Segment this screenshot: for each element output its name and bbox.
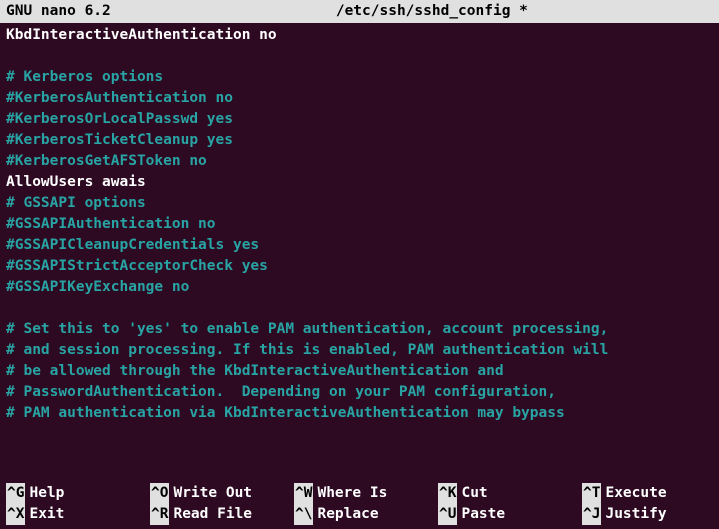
editor-line[interactable]: #GSSAPIKeyExchange no xyxy=(6,277,713,298)
shortcut-row-2: ^XExit^RRead File^\Replace^UPaste^JJusti… xyxy=(6,504,713,525)
shortcut-item[interactable]: ^TExecute xyxy=(582,483,719,504)
editor-blank-line xyxy=(6,46,713,67)
shortcut-desc: Replace xyxy=(317,504,378,525)
editor-line[interactable]: #GSSAPIStrictAcceptorCheck yes xyxy=(6,256,713,277)
editor-line[interactable]: # GSSAPI options xyxy=(6,193,713,214)
shortcut-desc: Justify xyxy=(605,504,666,525)
shortcut-item[interactable]: ^OWrite Out xyxy=(150,483,294,504)
editor-line[interactable]: # PasswordAuthentication. Depending on y… xyxy=(6,382,713,403)
editor-line[interactable]: # be allowed through the KbdInteractiveA… xyxy=(6,361,713,382)
app-name: GNU nano 6.2 xyxy=(6,1,111,22)
shortcut-key: ^J xyxy=(582,504,601,525)
shortcut-key: ^\ xyxy=(294,504,313,525)
shortcut-desc: Cut xyxy=(461,483,487,504)
editor-line[interactable]: #KerberosAuthentication no xyxy=(6,88,713,109)
shortcut-item[interactable]: ^GHelp xyxy=(6,483,150,504)
editor-line[interactable]: #KerberosGetAFSToken no xyxy=(6,151,713,172)
shortcut-key: ^X xyxy=(6,504,25,525)
editor-line[interactable]: AllowUsers awais xyxy=(6,172,713,193)
shortcut-key: ^O xyxy=(150,483,169,504)
shortcut-key: ^T xyxy=(582,483,601,504)
titlebar: GNU nano 6.2 /etc/ssh/sshd_config * xyxy=(0,0,719,23)
shortcut-key: ^U xyxy=(438,504,457,525)
shortcut-item[interactable]: ^XExit xyxy=(6,504,150,525)
file-path: /etc/ssh/sshd_config * xyxy=(111,1,713,22)
editor[interactable]: KbdInteractiveAuthentication no # Kerbero… xyxy=(0,23,719,424)
editor-line[interactable]: #GSSAPICleanupCredentials yes xyxy=(6,235,713,256)
shortcut-desc: Write Out xyxy=(173,483,252,504)
editor-line[interactable]: # and session processing. If this is ena… xyxy=(6,340,713,361)
shortcut-item[interactable]: ^\Replace xyxy=(294,504,438,525)
editor-line[interactable]: # Kerberos options xyxy=(6,67,713,88)
editor-line[interactable]: #KerberosOrLocalPasswd yes xyxy=(6,109,713,130)
editor-line[interactable]: # Set this to 'yes' to enable PAM authen… xyxy=(6,319,713,340)
shortcut-desc: Help xyxy=(29,483,64,504)
editor-line[interactable]: #GSSAPIAuthentication no xyxy=(6,214,713,235)
shortcut-item[interactable]: ^UPaste xyxy=(438,504,582,525)
editor-blank-line xyxy=(6,298,713,319)
shortcut-item[interactable]: ^JJustify xyxy=(582,504,719,525)
shortcut-key: ^R xyxy=(150,504,169,525)
shortcut-item[interactable]: ^RRead File xyxy=(150,504,294,525)
shortcut-desc: Read File xyxy=(173,504,252,525)
editor-line[interactable]: # PAM authentication via KbdInteractiveA… xyxy=(6,403,713,424)
shortcut-key: ^G xyxy=(6,483,25,504)
shortcut-item[interactable]: ^KCut xyxy=(438,483,582,504)
shortcut-desc: Paste xyxy=(461,504,505,525)
shortcut-bar: ^GHelp^OWrite Out^WWhere Is^KCut^TExecut… xyxy=(6,483,713,525)
editor-line[interactable]: #KerberosTicketCleanup yes xyxy=(6,130,713,151)
shortcut-desc: Where Is xyxy=(317,483,387,504)
shortcut-item[interactable]: ^WWhere Is xyxy=(294,483,438,504)
shortcut-key: ^K xyxy=(438,483,457,504)
shortcut-desc: Execute xyxy=(605,483,666,504)
shortcut-key: ^W xyxy=(294,483,313,504)
editor-line[interactable]: KbdInteractiveAuthentication no xyxy=(6,25,713,46)
shortcut-row-1: ^GHelp^OWrite Out^WWhere Is^KCut^TExecut… xyxy=(6,483,713,504)
shortcut-desc: Exit xyxy=(29,504,64,525)
